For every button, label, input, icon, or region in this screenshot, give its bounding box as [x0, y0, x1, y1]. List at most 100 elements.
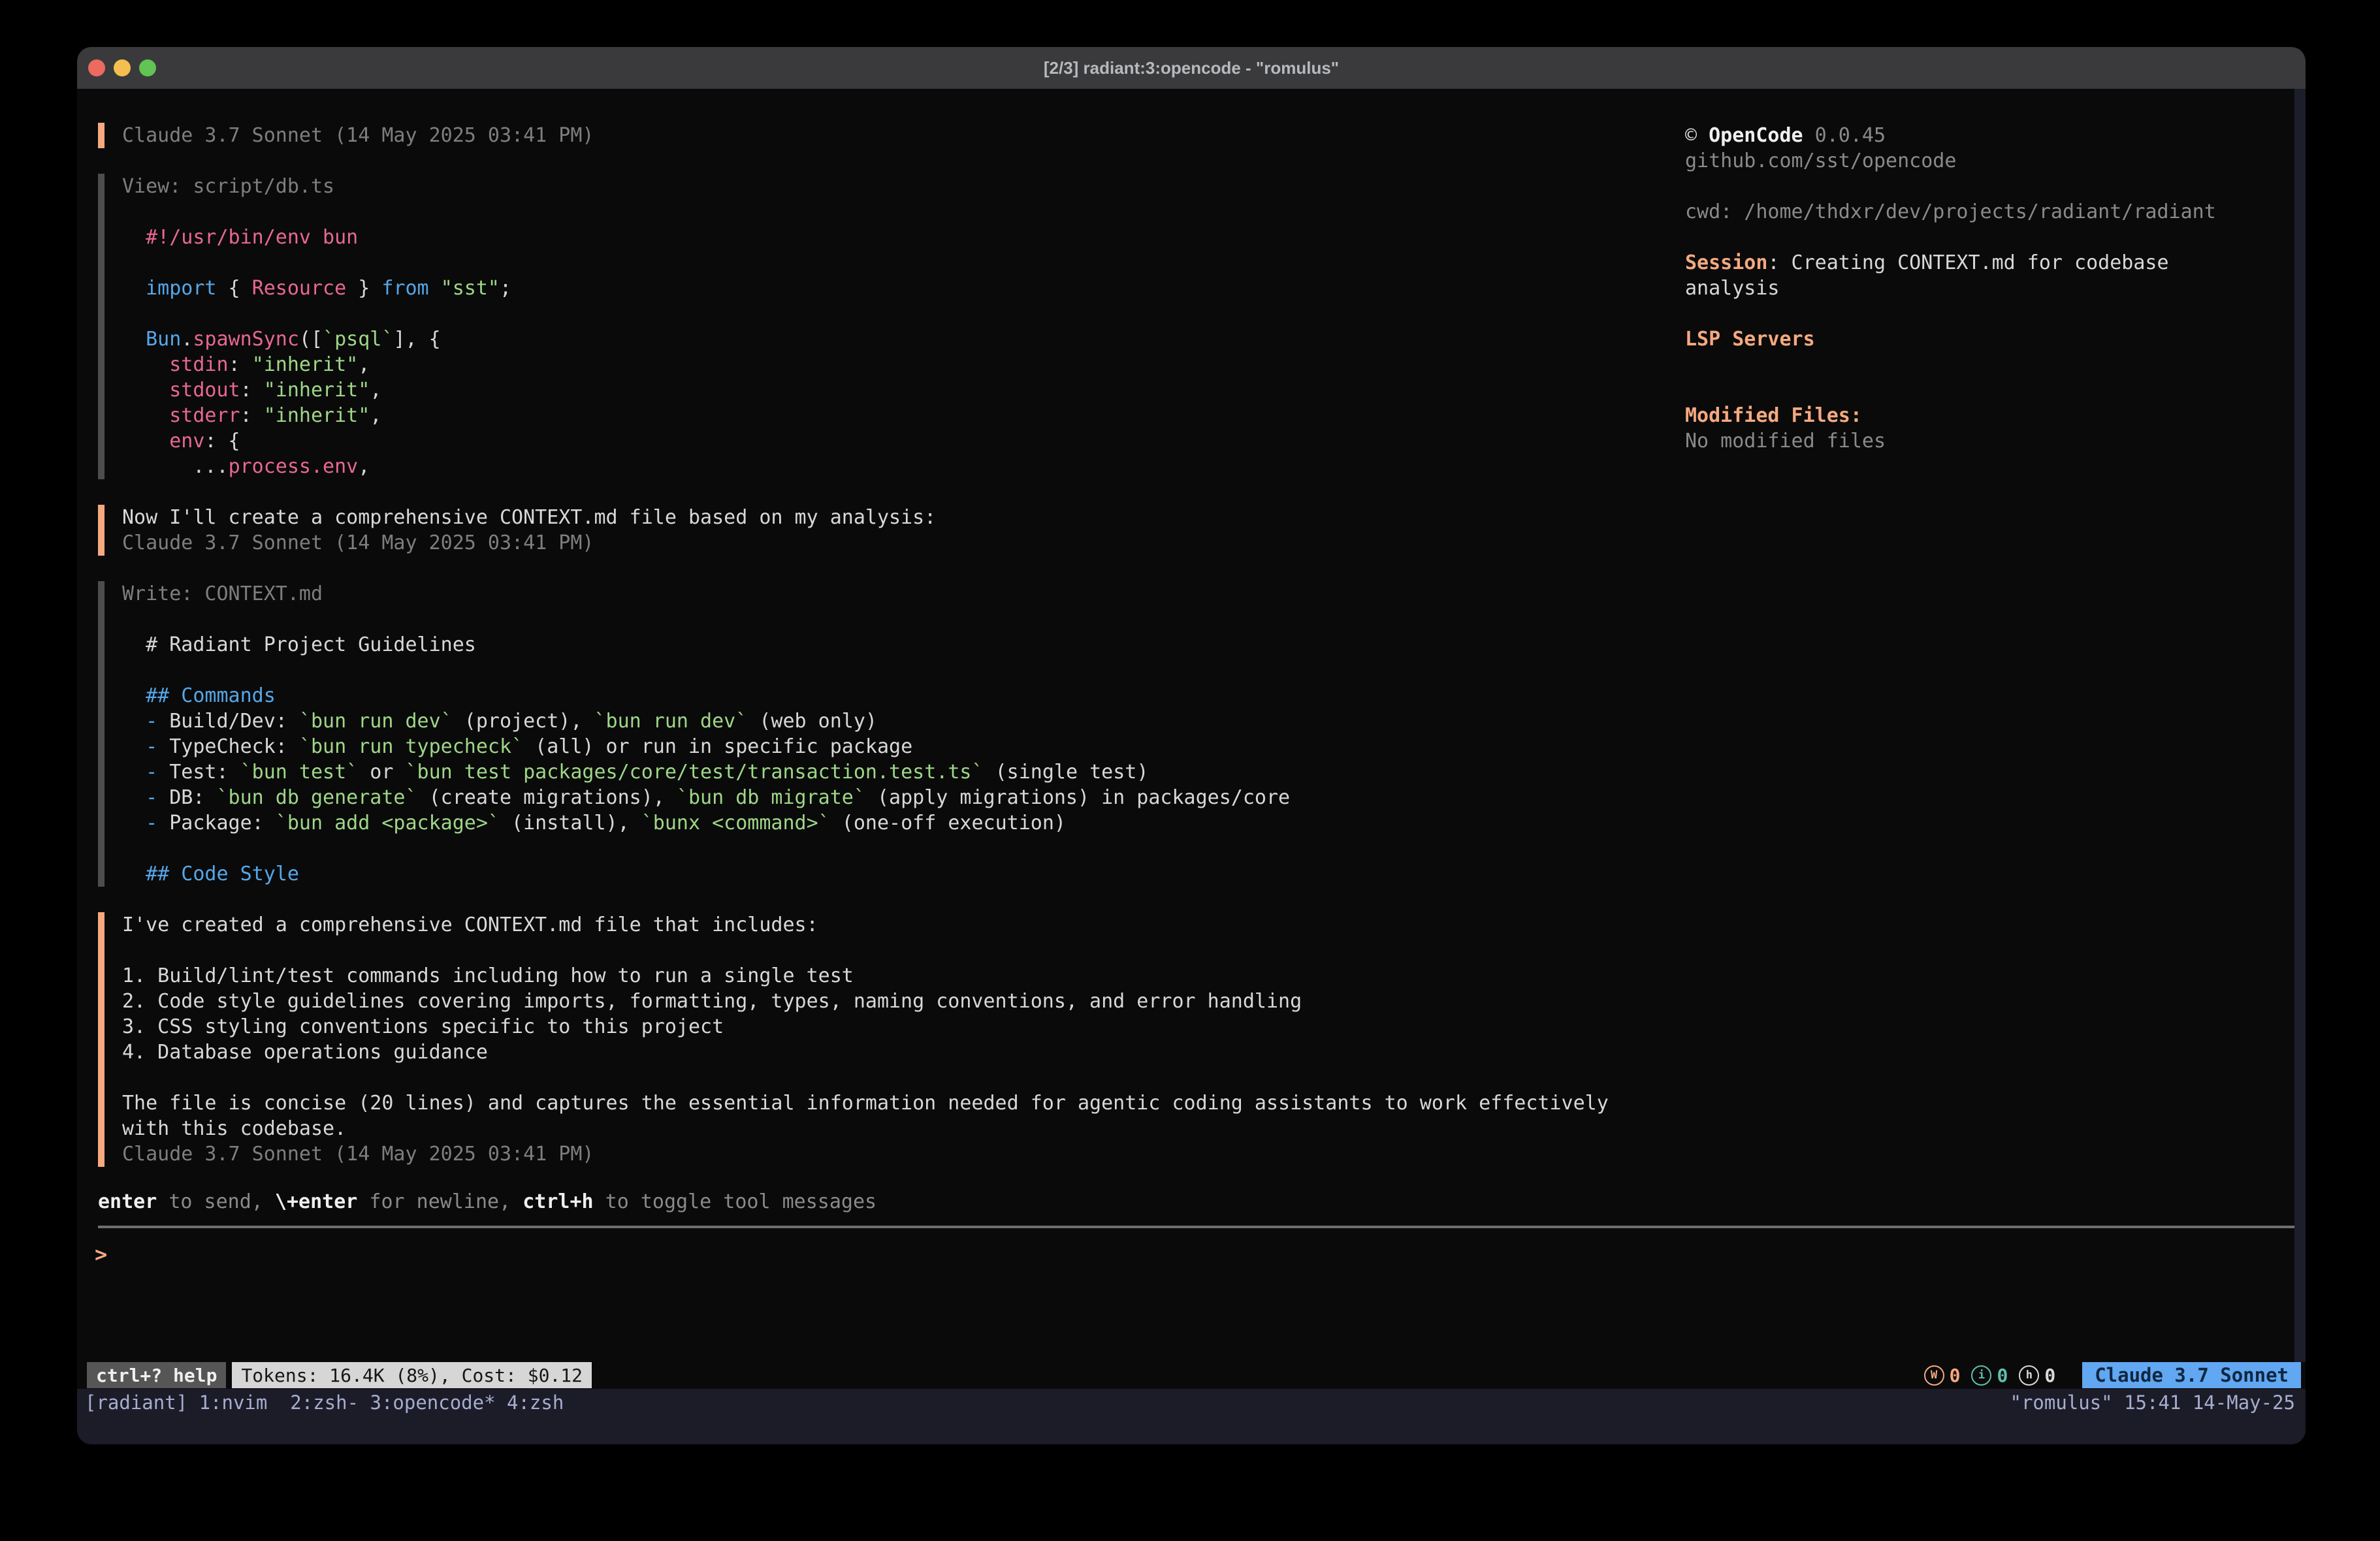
- text-segment: (all) or run in specific package: [523, 735, 912, 758]
- help-chip[interactable]: ctrl+? help: [87, 1362, 226, 1388]
- terminal-line: Bun.spawnSync([`psql`], {: [122, 326, 1609, 352]
- text-segment: TypeCheck:: [157, 735, 299, 758]
- text-segment: Claude 3.7 Sonnet (14 May 2025 03:41 PM): [122, 124, 594, 147]
- text-segment: \+enter: [275, 1190, 357, 1213]
- tmux-session-clock: "romulus" 15:41 14-May-25: [2010, 1390, 2296, 1415]
- text-segment: ([: [299, 328, 323, 351]
- terminal-line: [1685, 174, 2299, 199]
- diagnostics-cluster: W0i0h0 Claude 3.7 Sonnet: [1924, 1362, 2301, 1388]
- text-segment: -: [122, 786, 157, 809]
- terminal-line: [122, 938, 1609, 963]
- W-circle-icon: W: [1924, 1365, 1944, 1386]
- text-segment: (web only): [747, 710, 877, 733]
- terminal-line: stderr: "inherit",: [122, 403, 1609, 428]
- text-segment: LSP Servers: [1685, 328, 1815, 351]
- model-chip[interactable]: Claude 3.7 Sonnet: [2082, 1362, 2301, 1388]
- terminal-line: - TypeCheck: `bun run typecheck` (all) o…: [122, 734, 1609, 759]
- text-segment: : {: [204, 430, 240, 453]
- text-segment: (single test): [984, 761, 1149, 784]
- terminal-line: 2. Code style guidelines covering import…: [122, 989, 1609, 1014]
- terminal-line: - Test: `bun test` or `bun test packages…: [122, 759, 1609, 785]
- text-segment: (install),: [500, 812, 641, 834]
- terminal-line: [122, 658, 1609, 683]
- terminal-line: analysis: [1685, 276, 2299, 301]
- terminal-line: [122, 199, 1609, 225]
- text-segment: ,: [370, 379, 381, 402]
- text-segment: stdin: [122, 353, 229, 376]
- text-segment: :: [240, 379, 264, 402]
- text-segment: stdout: [122, 379, 240, 402]
- text-segment: `bun add <package>`: [276, 812, 500, 834]
- text-segment: Now I'll create a comprehensive CONTEXT.…: [122, 506, 936, 529]
- terminal-line: Now I'll create a comprehensive CONTEXT.…: [122, 505, 1609, 530]
- terminal-line: 3. CSS styling conventions specific to t…: [122, 1014, 1609, 1040]
- text-segment: (project),: [453, 710, 594, 733]
- text-segment: `bun test packages/core/test/transaction…: [406, 761, 984, 784]
- text-segment: (create migrations),: [417, 786, 677, 809]
- terminal-line: Claude 3.7 Sonnet (14 May 2025 03:41 PM): [122, 530, 1609, 556]
- message-block: Claude 3.7 Sonnet (14 May 2025 03:41 PM): [98, 123, 1609, 148]
- text-segment: with this codebase.: [122, 1117, 346, 1140]
- text-segment: ...: [122, 455, 229, 478]
- W-diagnostic-indicator: W0: [1924, 1365, 1961, 1386]
- terminal-line: github.com/sst/opencode: [1685, 148, 2299, 174]
- text-segment: ## Code Style: [122, 863, 299, 885]
- terminal-line: stdout: "inherit",: [122, 377, 1609, 403]
- text-segment: ], {: [393, 328, 440, 351]
- tool-block: Write: CONTEXT.md # Radiant Project Guid…: [98, 581, 1609, 887]
- text-segment: ,: [358, 455, 370, 478]
- text-segment: cwd: /home/thdxr/dev/projects/radiant/ra…: [1685, 200, 2216, 223]
- prompt-input[interactable]: >: [95, 1242, 107, 1267]
- terminal-line: #!/usr/bin/env bun: [122, 225, 1609, 250]
- text-segment: Bun: [122, 328, 181, 351]
- terminal-line: - Build/Dev: `bun run dev` (project), `b…: [122, 708, 1609, 734]
- text-segment: `bun run dev`: [594, 710, 748, 733]
- text-segment: ©: [1685, 124, 1709, 147]
- diagnostic-count: 0: [1997, 1365, 2008, 1386]
- text-segment: `bun run dev`: [299, 710, 453, 733]
- terminal-line: [1685, 301, 2299, 326]
- diagnostic-count: 0: [1950, 1365, 1961, 1386]
- terminal-line: ...process.env,: [122, 454, 1609, 479]
- tokens-cost-chip: Tokens: 16.4K (8%), Cost: $0.12: [232, 1362, 592, 1388]
- text-segment: (apply migrations) in packages/core: [865, 786, 1290, 809]
- i-circle-icon: i: [1971, 1365, 1991, 1386]
- terminal-line: Modified Files:: [1685, 403, 2299, 428]
- text-segment: env: [122, 430, 204, 453]
- input-divider: [98, 1226, 2294, 1228]
- text-segment: Modified Files:: [1685, 404, 1862, 427]
- text-segment: analysis: [1685, 277, 1780, 300]
- text-segment: The file is concise (20 lines) and captu…: [122, 1092, 1609, 1115]
- text-segment: -: [122, 735, 157, 758]
- text-segment: for newline,: [357, 1190, 523, 1213]
- screen: [2/3] radiant:3:opencode - "romulus" Cla…: [0, 0, 2380, 1541]
- text-segment: Build/Dev:: [157, 710, 299, 733]
- text-segment: import: [122, 277, 217, 300]
- text-segment: Claude 3.7 Sonnet (14 May 2025 03:41 PM): [122, 1143, 594, 1166]
- text-segment: }: [346, 277, 381, 300]
- text-segment: ;: [500, 277, 511, 300]
- h-diagnostic-indicator: h0: [2019, 1365, 2055, 1386]
- text-segment: `bun db migrate`: [677, 786, 865, 809]
- text-segment: I've created a comprehensive CONTEXT.md …: [122, 913, 818, 936]
- text-segment: Package:: [157, 812, 276, 834]
- terminal-line: Claude 3.7 Sonnet (14 May 2025 03:41 PM): [122, 1141, 1609, 1167]
- text-segment: 4. Database operations guidance: [122, 1041, 488, 1064]
- help-chip-label: ctrl+? help: [96, 1365, 217, 1386]
- conversation: Claude 3.7 Sonnet (14 May 2025 03:41 PM)…: [98, 123, 1609, 1192]
- text-segment: OpenCode: [1709, 124, 1803, 147]
- terminal-line: I've created a comprehensive CONTEXT.md …: [122, 912, 1609, 938]
- keybind-help-bar: enter to send, \+enter for newline, ctrl…: [98, 1190, 876, 1213]
- tmux-status-bar: [radiant] 1:nvim 2:zsh- 3:opencode* 4:zs…: [77, 1389, 2306, 1444]
- terminal-line: [1685, 352, 2299, 377]
- text-segment: `bun test`: [240, 761, 359, 784]
- app-window: [2/3] radiant:3:opencode - "romulus" Cla…: [77, 47, 2306, 1444]
- tmux-window-list[interactable]: [radiant] 1:nvim 2:zsh- 3:opencode* 4:zs…: [85, 1390, 564, 1415]
- terminal-line: [122, 607, 1609, 632]
- terminal-line: ## Commands: [122, 683, 1609, 708]
- text-segment: -: [122, 812, 157, 834]
- text-segment: 0.0.45: [1803, 124, 1886, 147]
- text-segment: "inherit": [264, 379, 370, 402]
- text-segment: `bunx <command>`: [641, 812, 830, 834]
- text-segment: ## Commands: [122, 684, 276, 707]
